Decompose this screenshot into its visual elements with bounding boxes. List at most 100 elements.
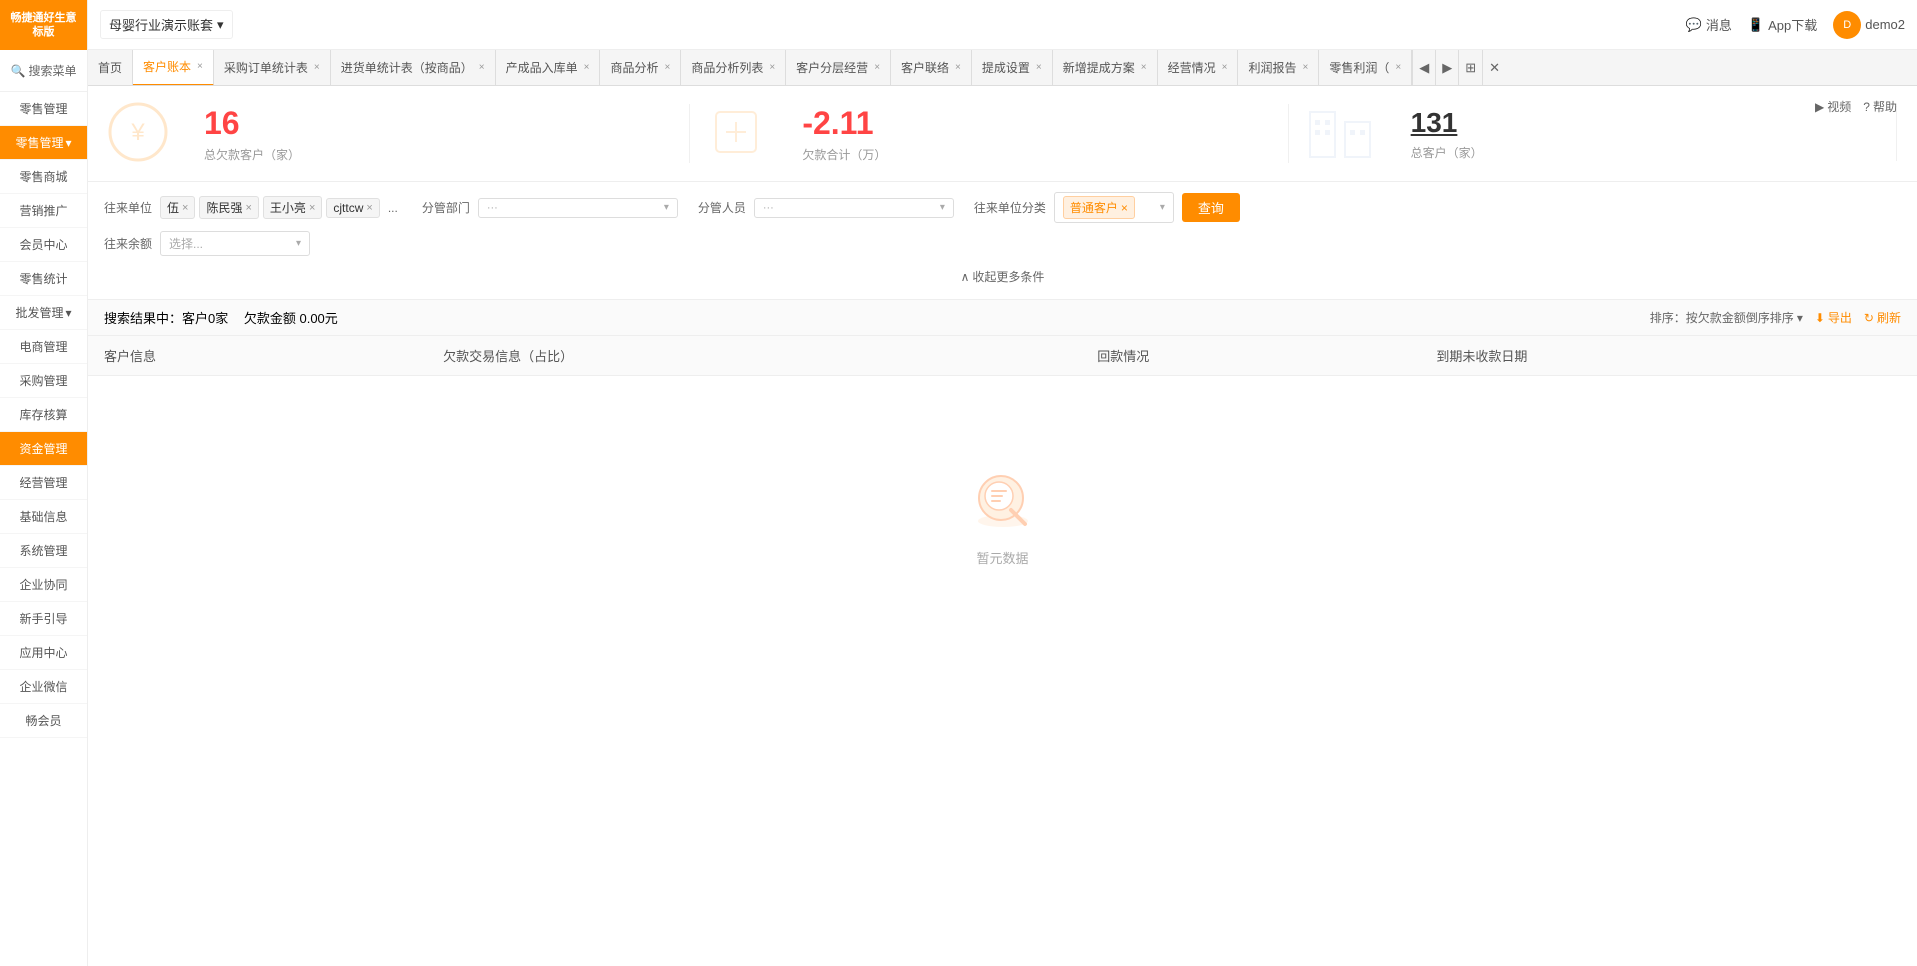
search-result-bar: 搜索结果中：客户0家 欠款金额 0.00元 排序：按欠款金额倒序排序 ▾ ⬇ 导… bbox=[88, 300, 1917, 336]
sidebar-item-inventory[interactable]: 库存核算 bbox=[0, 398, 87, 432]
user-profile[interactable]: D demo2 bbox=[1833, 11, 1905, 39]
collapse-button[interactable]: ∧ 收起更多条件 bbox=[953, 264, 1053, 289]
customer-type-tag-close[interactable]: × bbox=[1121, 201, 1128, 215]
sidebar-item-finance[interactable]: 资金管理 bbox=[0, 432, 87, 466]
data-table-container: 客户信息 欠款交易信息（占比） 回款情况 到期未收款日期 bbox=[88, 336, 1917, 966]
tab-close-incoming-stats[interactable]: × bbox=[479, 62, 485, 73]
tab-customer-connect[interactable]: 客户联络 × bbox=[891, 50, 972, 86]
sidebar-item-ecommerce[interactable]: 电商管理 bbox=[0, 330, 87, 364]
sidebar-item-vip[interactable]: 畅会员 bbox=[0, 704, 87, 738]
tab-new-improve-plan[interactable]: 新增提成方案 × bbox=[1053, 50, 1158, 86]
stats-icon-middle bbox=[706, 102, 766, 165]
tab-close-new-improve-plan[interactable]: × bbox=[1141, 62, 1147, 73]
tab-goods-analysis[interactable]: 商品分析 × bbox=[600, 50, 681, 86]
tab-customer-tier[interactable]: 客户分层经营 × bbox=[786, 50, 891, 86]
tab-scroll-left[interactable]: ◀ bbox=[1412, 50, 1435, 86]
tab-close-improve-settings[interactable]: × bbox=[1036, 62, 1042, 73]
tab-close-all[interactable]: ✕ bbox=[1482, 50, 1506, 86]
tab-close-customer-tier[interactable]: × bbox=[874, 62, 880, 73]
filter-tag-chen-close[interactable]: × bbox=[245, 202, 251, 214]
tab-profit-report[interactable]: 利润报告 × bbox=[1238, 50, 1319, 86]
filter-tag-cjttcw-close[interactable]: × bbox=[366, 202, 372, 214]
sort-button[interactable]: 排序：按欠款金额倒序排序 ▾ bbox=[1650, 309, 1803, 326]
sidebar-item-app-center[interactable]: 应用中心 bbox=[0, 636, 87, 670]
sidebar-item-quick-nav[interactable]: 零售管理 bbox=[0, 92, 87, 126]
dropdown-arrow-icon: ▾ bbox=[217, 17, 224, 33]
remaining-select[interactable]: 选择... ▾ bbox=[160, 231, 310, 256]
tab-close-goods-analysis[interactable]: × bbox=[664, 62, 670, 73]
sidebar-item-new-guide[interactable]: 新手引导 bbox=[0, 602, 87, 636]
refresh-button[interactable]: ↻ 刷新 bbox=[1864, 309, 1901, 326]
stat-all-customers-label: 总客户（家） bbox=[1411, 144, 1483, 161]
branch-person-select[interactable]: ··· ▾ bbox=[754, 198, 954, 218]
tab-close-operations[interactable]: × bbox=[1222, 62, 1228, 73]
branch-dept-select[interactable]: ··· ▾ bbox=[478, 198, 678, 218]
tab-production-inbound[interactable]: 产成品入库单 × bbox=[496, 50, 601, 86]
sidebar-item-enterprise-wechat[interactable]: 企业微信 bbox=[0, 670, 87, 704]
table-header: 客户信息 欠款交易信息（占比） 回款情况 到期未收款日期 bbox=[88, 336, 1917, 376]
chevron-icon: ▾ bbox=[65, 136, 71, 150]
tab-close-accounts-receivable[interactable]: × bbox=[197, 61, 203, 72]
help-icon: ? bbox=[1863, 100, 1870, 114]
unit-type-select[interactable]: 普通客户 × ▾ bbox=[1054, 192, 1174, 223]
filter-tag-chen: 陈民强 × bbox=[199, 196, 258, 219]
filter-tag-wu-close[interactable]: × bbox=[182, 202, 188, 214]
sidebar-item-retail-mgmt[interactable]: 零售管理 ▾ bbox=[0, 126, 87, 160]
tab-expand[interactable]: ⊞ bbox=[1458, 50, 1482, 86]
filter-tag-wang: 王小亮 × bbox=[263, 196, 322, 219]
tab-improve-settings[interactable]: 提成设置 × bbox=[972, 50, 1053, 86]
video-help-button[interactable]: ▶ 视频 bbox=[1815, 98, 1851, 115]
filter-bar: 往来单位 伍 × 陈民强 × 王小亮 × cjttcw bbox=[88, 182, 1917, 300]
stat-total-amount-value: -2.11 bbox=[802, 104, 873, 142]
stat-total-customers-value: 16 bbox=[204, 104, 240, 142]
collapse-section: ∧ 收起更多条件 bbox=[104, 264, 1901, 289]
sort-icon: ▾ bbox=[1797, 311, 1803, 325]
tab-retail-profit[interactable]: 零售利润（ × bbox=[1319, 50, 1412, 86]
sidebar-item-marketing[interactable]: 营销推广 bbox=[0, 194, 87, 228]
account-switcher[interactable]: 母婴行业演示账套 ▾ bbox=[100, 10, 233, 39]
sidebar: 畅捷通好生意 标版 🔍 搜索菜单 零售管理 零售管理 ▾ 零售商城 营销推广 会… bbox=[0, 0, 88, 966]
messages-button[interactable]: 💬 消息 bbox=[1686, 15, 1732, 34]
filter-tag-wang-close[interactable]: × bbox=[309, 202, 315, 214]
topbar-left: 母婴行业演示账套 ▾ bbox=[100, 10, 233, 39]
tab-close-retail-profit[interactable]: × bbox=[1395, 62, 1401, 73]
unit-type-label: 往来单位分类 bbox=[974, 199, 1046, 216]
filter-tags-container: 伍 × 陈民强 × 王小亮 × cjttcw × ... bbox=[160, 196, 402, 219]
app-download-button[interactable]: 📱 App下载 bbox=[1748, 15, 1817, 34]
search-menu-button[interactable]: 🔍 搜索菜单 bbox=[6, 58, 81, 83]
sidebar-item-retail-stats[interactable]: 零售统计 bbox=[0, 262, 87, 296]
sidebar-item-wholesale[interactable]: 批发管理 ▾ bbox=[0, 296, 87, 330]
sidebar-item-enterprise-collab[interactable]: 企业协同 bbox=[0, 568, 87, 602]
page-content: ¥ 16 总欠款客户（家） -2.11 欠款合计（万） bbox=[88, 86, 1917, 966]
tab-purchase-order-stats[interactable]: 采购订单统计表 × bbox=[214, 50, 331, 86]
customer-type-tag: 普通客户 × bbox=[1063, 196, 1135, 219]
tab-scroll-right[interactable]: ▶ bbox=[1435, 50, 1458, 86]
tab-close-profit-report[interactable]: × bbox=[1302, 62, 1308, 73]
belong-unit-label: 往来单位 bbox=[104, 199, 152, 216]
export-button[interactable]: ⬇ 导出 bbox=[1815, 309, 1852, 326]
branch-dept-label: 分管部门 bbox=[422, 199, 470, 216]
tab-operations[interactable]: 经营情况 × bbox=[1158, 50, 1239, 86]
filter-tag-cjttcw: cjttcw × bbox=[326, 198, 379, 218]
stats-icon-yuan: ¥ bbox=[108, 102, 168, 165]
tab-close-goods-analysis-list[interactable]: × bbox=[769, 62, 775, 73]
query-button[interactable]: 查询 bbox=[1182, 193, 1240, 222]
avatar: D bbox=[1833, 11, 1861, 39]
help-button[interactable]: ? 帮助 bbox=[1863, 98, 1897, 115]
empty-state-icon bbox=[963, 456, 1043, 536]
sidebar-item-sys-mgmt[interactable]: 系统管理 bbox=[0, 534, 87, 568]
tab-close-purchase-order-stats[interactable]: × bbox=[314, 62, 320, 73]
sidebar-item-operations[interactable]: 经营管理 bbox=[0, 466, 87, 500]
tab-goods-analysis-list[interactable]: 商品分析列表 × bbox=[681, 50, 786, 86]
tab-close-customer-connect[interactable]: × bbox=[955, 62, 961, 73]
sidebar-item-purchase[interactable]: 采购管理 bbox=[0, 364, 87, 398]
tab-accounts-receivable[interactable]: 客户账本 × bbox=[133, 50, 214, 86]
tab-home[interactable]: 首页 bbox=[88, 50, 133, 86]
sidebar-item-basic-info[interactable]: 基础信息 bbox=[0, 500, 87, 534]
tab-close-production-inbound[interactable]: × bbox=[584, 62, 590, 73]
filter-more-tags[interactable]: ... bbox=[384, 199, 402, 217]
search-result-actions: 排序：按欠款金额倒序排序 ▾ ⬇ 导出 ↻ 刷新 bbox=[1650, 309, 1901, 326]
sidebar-item-retail-mall[interactable]: 零售商城 bbox=[0, 160, 87, 194]
sidebar-item-member-center[interactable]: 会员中心 bbox=[0, 228, 87, 262]
tab-incoming-stats[interactable]: 进货单统计表（按商品） × bbox=[331, 50, 496, 86]
